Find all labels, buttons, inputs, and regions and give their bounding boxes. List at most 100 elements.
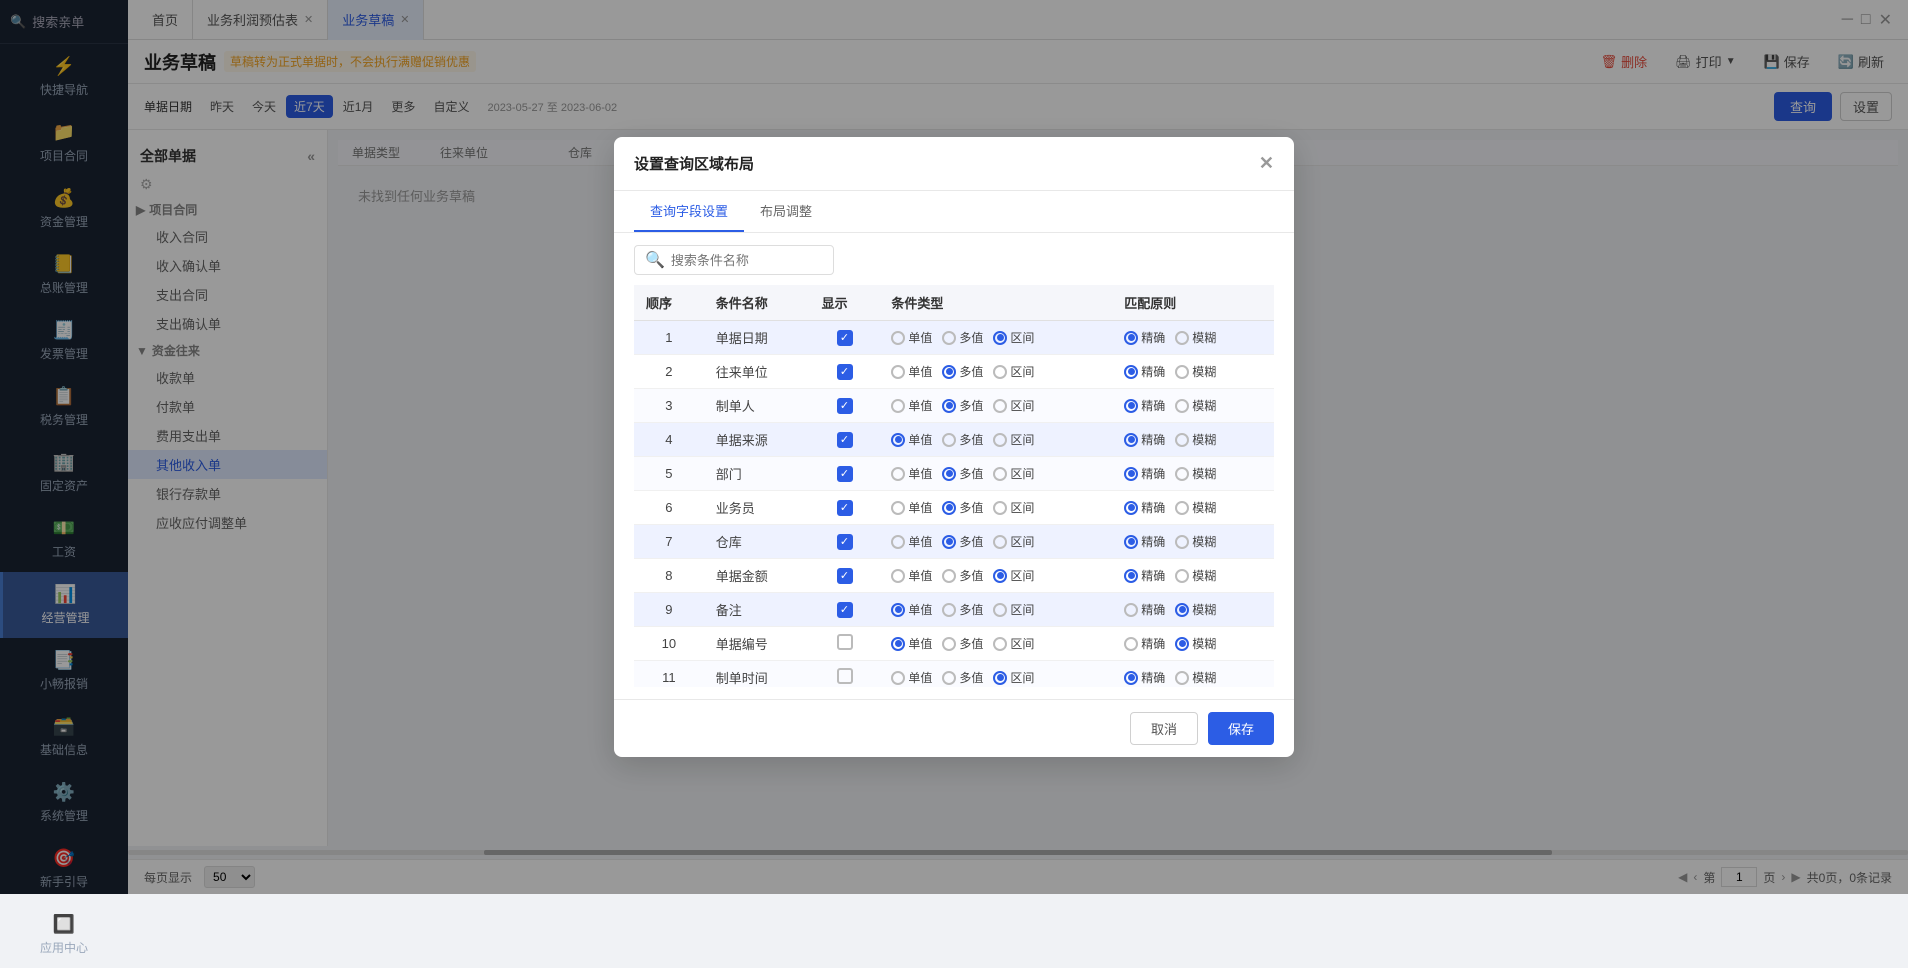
- cell-show[interactable]: ✓: [810, 559, 880, 593]
- cell-show[interactable]: [810, 627, 880, 661]
- radio-type-single[interactable]: 单值: [891, 669, 932, 686]
- radio-match-fuzzy[interactable]: 模糊: [1175, 601, 1216, 618]
- modal-overlay[interactable]: 设置查询区域布局 ✕ 查询字段设置 布局调整 🔍 顺序 条件: [0, 0, 1908, 894]
- radio-type-multi[interactable]: 多值: [942, 601, 983, 618]
- condition-search-input[interactable]: [671, 253, 831, 268]
- radio-match-fuzzy[interactable]: 模糊: [1175, 363, 1216, 380]
- radio-type-range[interactable]: 区间: [993, 499, 1034, 516]
- radio-type-range[interactable]: 区间: [993, 363, 1034, 380]
- cell-name: 单据金额: [704, 559, 810, 593]
- dialog-close-button[interactable]: ✕: [1259, 153, 1274, 174]
- dialog-tab-fields[interactable]: 查询字段设置: [634, 191, 744, 232]
- radio-match-exact[interactable]: 精确: [1124, 567, 1165, 584]
- show-checkbox[interactable]: ✓: [837, 330, 853, 346]
- radio-type-range[interactable]: 区间: [993, 635, 1034, 652]
- cell-show[interactable]: [810, 661, 880, 688]
- condition-search-bar[interactable]: 🔍: [634, 245, 834, 275]
- cancel-button[interactable]: 取消: [1130, 712, 1198, 745]
- table-row: 7仓库✓单值多值区间精确模糊: [634, 525, 1274, 559]
- radio-match-exact[interactable]: 精确: [1124, 431, 1165, 448]
- show-checkbox[interactable]: [837, 668, 853, 684]
- radio-type-range[interactable]: 区间: [993, 465, 1034, 482]
- radio-type-range[interactable]: 区间: [993, 669, 1034, 686]
- radio-match-fuzzy[interactable]: 模糊: [1175, 499, 1216, 516]
- radio-match-fuzzy[interactable]: 模糊: [1175, 329, 1216, 346]
- radio-type-multi[interactable]: 多值: [942, 363, 983, 380]
- radio-match-exact[interactable]: 精确: [1124, 669, 1165, 686]
- cell-show[interactable]: ✓: [810, 525, 880, 559]
- radio-match-exact[interactable]: 精确: [1124, 329, 1165, 346]
- show-checkbox[interactable]: ✓: [837, 432, 853, 448]
- show-checkbox[interactable]: [837, 634, 853, 650]
- show-checkbox[interactable]: ✓: [837, 466, 853, 482]
- radio-type-range[interactable]: 区间: [993, 533, 1034, 550]
- radio-match-exact[interactable]: 精确: [1124, 635, 1165, 652]
- radio-type-single[interactable]: 单值: [891, 465, 932, 482]
- radio-type-single[interactable]: 单值: [891, 363, 932, 380]
- radio-type-multi[interactable]: 多值: [942, 533, 983, 550]
- radio-match-exact[interactable]: 精确: [1124, 533, 1165, 550]
- cell-name: 往来单位: [704, 355, 810, 389]
- radio-type-single[interactable]: 单值: [891, 567, 932, 584]
- radio-type-range[interactable]: 区间: [993, 567, 1034, 584]
- radio-type-single[interactable]: 单值: [891, 499, 932, 516]
- sidebar-item-apps[interactable]: 🔲 应用中心: [0, 902, 128, 968]
- show-checkbox[interactable]: ✓: [837, 364, 853, 380]
- settings-tbody: 1单据日期✓单值多值区间精确模糊2往来单位✓单值多值区间精确模糊3制单人✓单值多…: [634, 321, 1274, 688]
- radio-type-multi[interactable]: 多值: [942, 499, 983, 516]
- radio-type-multi[interactable]: 多值: [942, 567, 983, 584]
- radio-type-single[interactable]: 单值: [891, 397, 932, 414]
- radio-type-range[interactable]: 区间: [993, 329, 1034, 346]
- radio-type-single[interactable]: 单值: [891, 533, 932, 550]
- show-checkbox[interactable]: ✓: [837, 500, 853, 516]
- radio-type-multi[interactable]: 多值: [942, 635, 983, 652]
- radio-match-fuzzy[interactable]: 模糊: [1175, 567, 1216, 584]
- cell-show[interactable]: ✓: [810, 593, 880, 627]
- radio-match-fuzzy[interactable]: 模糊: [1175, 669, 1216, 686]
- radio-type-single[interactable]: 单值: [891, 601, 932, 618]
- show-checkbox[interactable]: ✓: [837, 568, 853, 584]
- radio-match-fuzzy[interactable]: 模糊: [1175, 397, 1216, 414]
- radio-type-multi[interactable]: 多值: [942, 431, 983, 448]
- radio-type-range[interactable]: 区间: [993, 397, 1034, 414]
- show-checkbox[interactable]: ✓: [837, 602, 853, 618]
- cell-show[interactable]: ✓: [810, 457, 880, 491]
- radio-match-fuzzy[interactable]: 模糊: [1175, 533, 1216, 550]
- radio-type-single[interactable]: 单值: [891, 431, 932, 448]
- cell-show[interactable]: ✓: [810, 491, 880, 525]
- cell-type: 单值多值区间: [879, 423, 1112, 457]
- radio-type-multi[interactable]: 多值: [942, 465, 983, 482]
- table-scroll[interactable]: 顺序 条件名称 显示 条件类型 匹配原则 1单据日期✓单值多值区间精确模糊2往来…: [634, 285, 1274, 687]
- radio-match-exact[interactable]: 精确: [1124, 397, 1165, 414]
- radio-type-single[interactable]: 单值: [891, 635, 932, 652]
- radio-type-range[interactable]: 区间: [993, 601, 1034, 618]
- cell-name: 业务员: [704, 491, 810, 525]
- radio-type-single[interactable]: 单值: [891, 329, 932, 346]
- radio-match-exact[interactable]: 精确: [1124, 363, 1165, 380]
- radio-type-multi[interactable]: 多值: [942, 669, 983, 686]
- radio-match-fuzzy[interactable]: 模糊: [1175, 465, 1216, 482]
- settings-dialog: 设置查询区域布局 ✕ 查询字段设置 布局调整 🔍 顺序 条件: [614, 137, 1294, 757]
- radio-match-fuzzy[interactable]: 模糊: [1175, 635, 1216, 652]
- cell-show[interactable]: ✓: [810, 389, 880, 423]
- radio-match-exact[interactable]: 精确: [1124, 601, 1165, 618]
- show-checkbox[interactable]: ✓: [837, 398, 853, 414]
- radio-type-multi[interactable]: 多值: [942, 397, 983, 414]
- radio-type-multi[interactable]: 多值: [942, 329, 983, 346]
- cell-order: 6: [634, 491, 704, 525]
- show-checkbox[interactable]: ✓: [837, 534, 853, 550]
- radio-match-exact[interactable]: 精确: [1124, 465, 1165, 482]
- radio-type-range[interactable]: 区间: [993, 431, 1034, 448]
- dialog-tab-layout[interactable]: 布局调整: [744, 191, 828, 232]
- cell-order: 11: [634, 661, 704, 688]
- cell-order: 8: [634, 559, 704, 593]
- cell-name: 部门: [704, 457, 810, 491]
- radio-match-exact[interactable]: 精确: [1124, 499, 1165, 516]
- cell-show[interactable]: ✓: [810, 423, 880, 457]
- cell-name: 单据编号: [704, 627, 810, 661]
- cell-show[interactable]: ✓: [810, 355, 880, 389]
- radio-match-fuzzy[interactable]: 模糊: [1175, 431, 1216, 448]
- save-dialog-button[interactable]: 保存: [1208, 712, 1274, 745]
- cell-show[interactable]: ✓: [810, 321, 880, 355]
- th-show: 显示: [810, 285, 880, 321]
